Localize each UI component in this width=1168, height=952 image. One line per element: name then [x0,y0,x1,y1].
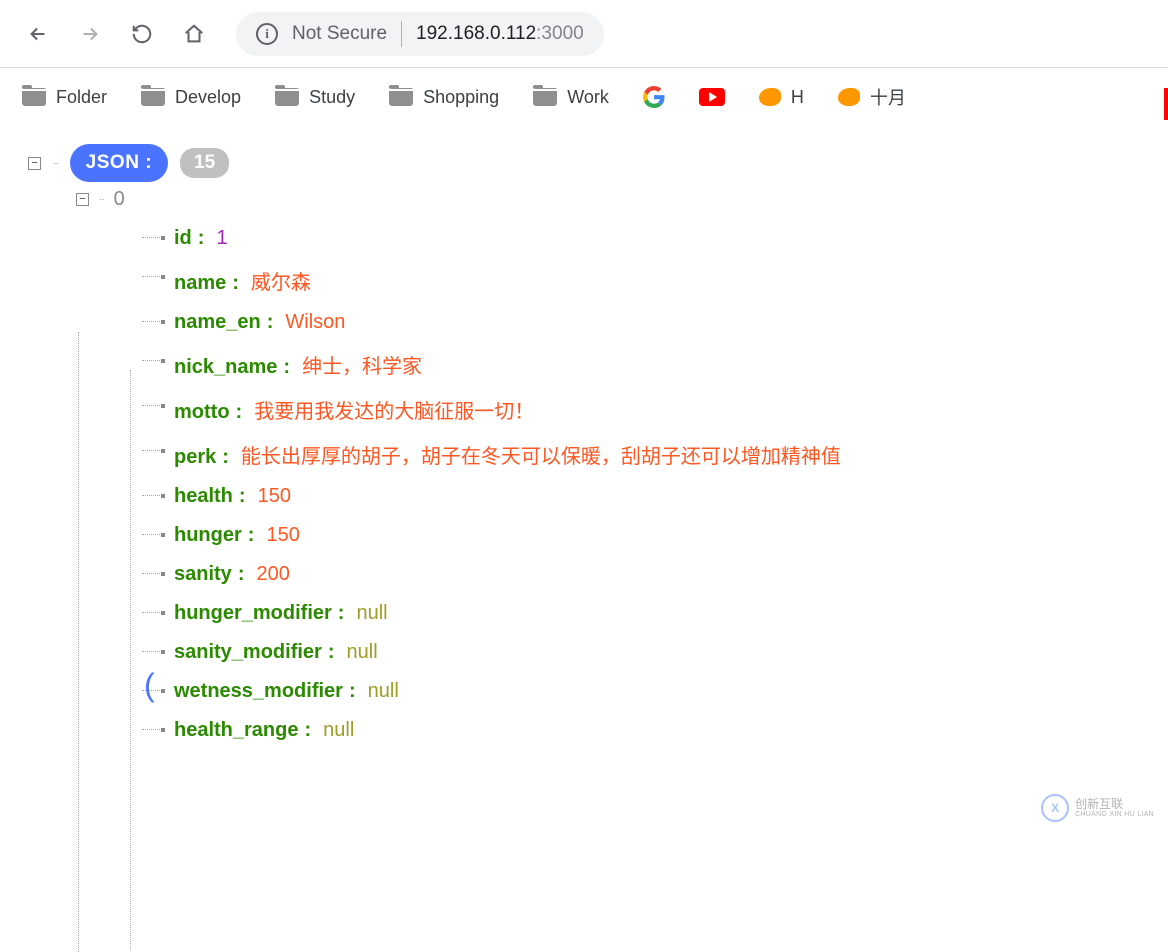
folder-icon [533,88,557,106]
bookmark-october[interactable]: 十月 [838,84,906,110]
folder-icon [22,88,46,106]
address-bar[interactable]: i Not Secure 192.168.0.112:3000 [236,12,604,56]
bookmark-folder[interactable]: Folder [22,87,107,108]
forward-button[interactable] [70,14,110,54]
tree-connector: ·· [99,194,104,205]
selection-indicator: ( [144,667,155,704]
json-prop-motto: motto:我要用我发达的大脑征服一切！ [166,387,1140,432]
prop-value: 1 [216,227,227,250]
bookmark-study[interactable]: Study [275,87,355,108]
bookmark-label: Shopping [423,87,499,108]
json-prop-health-range: health_range:null [166,711,1140,750]
url-text: 192.168.0.112:3000 [416,23,584,45]
json-prop-name-en: name_en:Wilson [166,303,1140,342]
watermark-logo-icon: X [1041,794,1069,822]
bookmark-h[interactable]: H [759,87,804,108]
orange-icon [838,88,860,106]
json-count-badge: 15 [180,148,229,178]
prop-value: 威尔森 [251,266,311,295]
folder-icon [141,88,165,106]
watermark-sub: CHUANG XIN HU LIAN [1075,811,1154,819]
json-root-row: − ·· JSON : 15 [28,144,1140,182]
array-index-label: 0 [114,188,125,211]
bookmark-label: Folder [56,87,107,108]
prop-value: null [368,680,399,703]
bookmark-shopping[interactable]: Shopping [389,87,499,108]
tree-guide-line [130,370,131,950]
prop-value: null [347,641,378,664]
youtube-icon [699,88,725,106]
folder-icon [389,88,413,106]
json-prop-hunger-modifier: hunger_modifier:null [166,594,1140,633]
prop-value: 我要用我发达的大脑征服一切！ [254,395,534,424]
prop-value: 绅士，科学家 [302,350,422,379]
tree-connector: ·· [53,158,58,169]
watermark: X 创新互联 CHUANG XIN HU LIAN [1041,794,1154,822]
reload-button[interactable] [122,14,162,54]
json-prop-id: id:1 [166,219,1140,258]
bookmark-label: H [791,87,804,108]
bookmark-overflow-indicator [1164,88,1168,120]
orange-icon [759,88,781,106]
folder-icon [275,88,299,106]
bookmark-develop[interactable]: Develop [141,87,241,108]
prop-value: null [356,602,387,625]
bookmark-google[interactable] [643,86,665,108]
json-prop-sanity: sanity:200 [166,555,1140,594]
json-prop-nick-name: nick_name:绅士，科学家 [166,342,1140,387]
browser-toolbar: i Not Secure 192.168.0.112:3000 [0,0,1168,68]
google-icon [643,86,665,108]
tree-guide-line [78,332,79,952]
back-button[interactable] [18,14,58,54]
collapse-toggle[interactable]: − [76,193,89,206]
home-button[interactable] [174,14,214,54]
prop-value: null [323,719,354,742]
json-prop-sanity-modifier: sanity_modifier:null [166,633,1140,672]
json-prop-wetness-modifier: wetness_modifier:null [166,672,1140,711]
json-prop-perk: perk:能长出厚厚的胡子，胡子在冬天可以保暖，刮胡子还可以增加精神值 [166,432,1140,477]
json-prop-health: health:150 [166,477,1140,516]
bookmark-label: Study [309,87,355,108]
prop-value: Wilson [285,311,345,334]
prop-value: 200 [256,563,289,586]
json-prop-name: name:威尔森 [166,258,1140,303]
bookmark-work[interactable]: Work [533,87,609,108]
json-array-index-0: − ·· 0 [76,188,1140,211]
json-viewer: − ·· JSON : 15 − ·· 0 id:1 name:威尔森 name… [0,126,1168,768]
bookmark-label: Work [567,87,609,108]
bookmark-youtube[interactable] [699,88,725,106]
address-separator [401,21,402,47]
prop-value: 能长出厚厚的胡子，胡子在冬天可以保暖，刮胡子还可以增加精神值 [241,440,841,469]
json-properties: id:1 name:威尔森 name_en:Wilson nick_name:绅… [166,219,1140,750]
site-info-icon[interactable]: i [256,23,278,45]
bookmark-label: Develop [175,87,241,108]
prop-value: 150 [258,485,291,508]
collapse-toggle[interactable]: − [28,157,41,170]
bookmarks-bar: Folder Develop Study Shopping Work H 十月 [0,68,1168,126]
not-secure-label: Not Secure [292,23,387,45]
json-root-badge[interactable]: JSON : [70,144,168,182]
prop-value: 150 [266,524,299,547]
bookmark-label: 十月 [870,84,906,110]
watermark-brand: 创新互联 [1075,798,1154,811]
json-prop-hunger: hunger:150 [166,516,1140,555]
